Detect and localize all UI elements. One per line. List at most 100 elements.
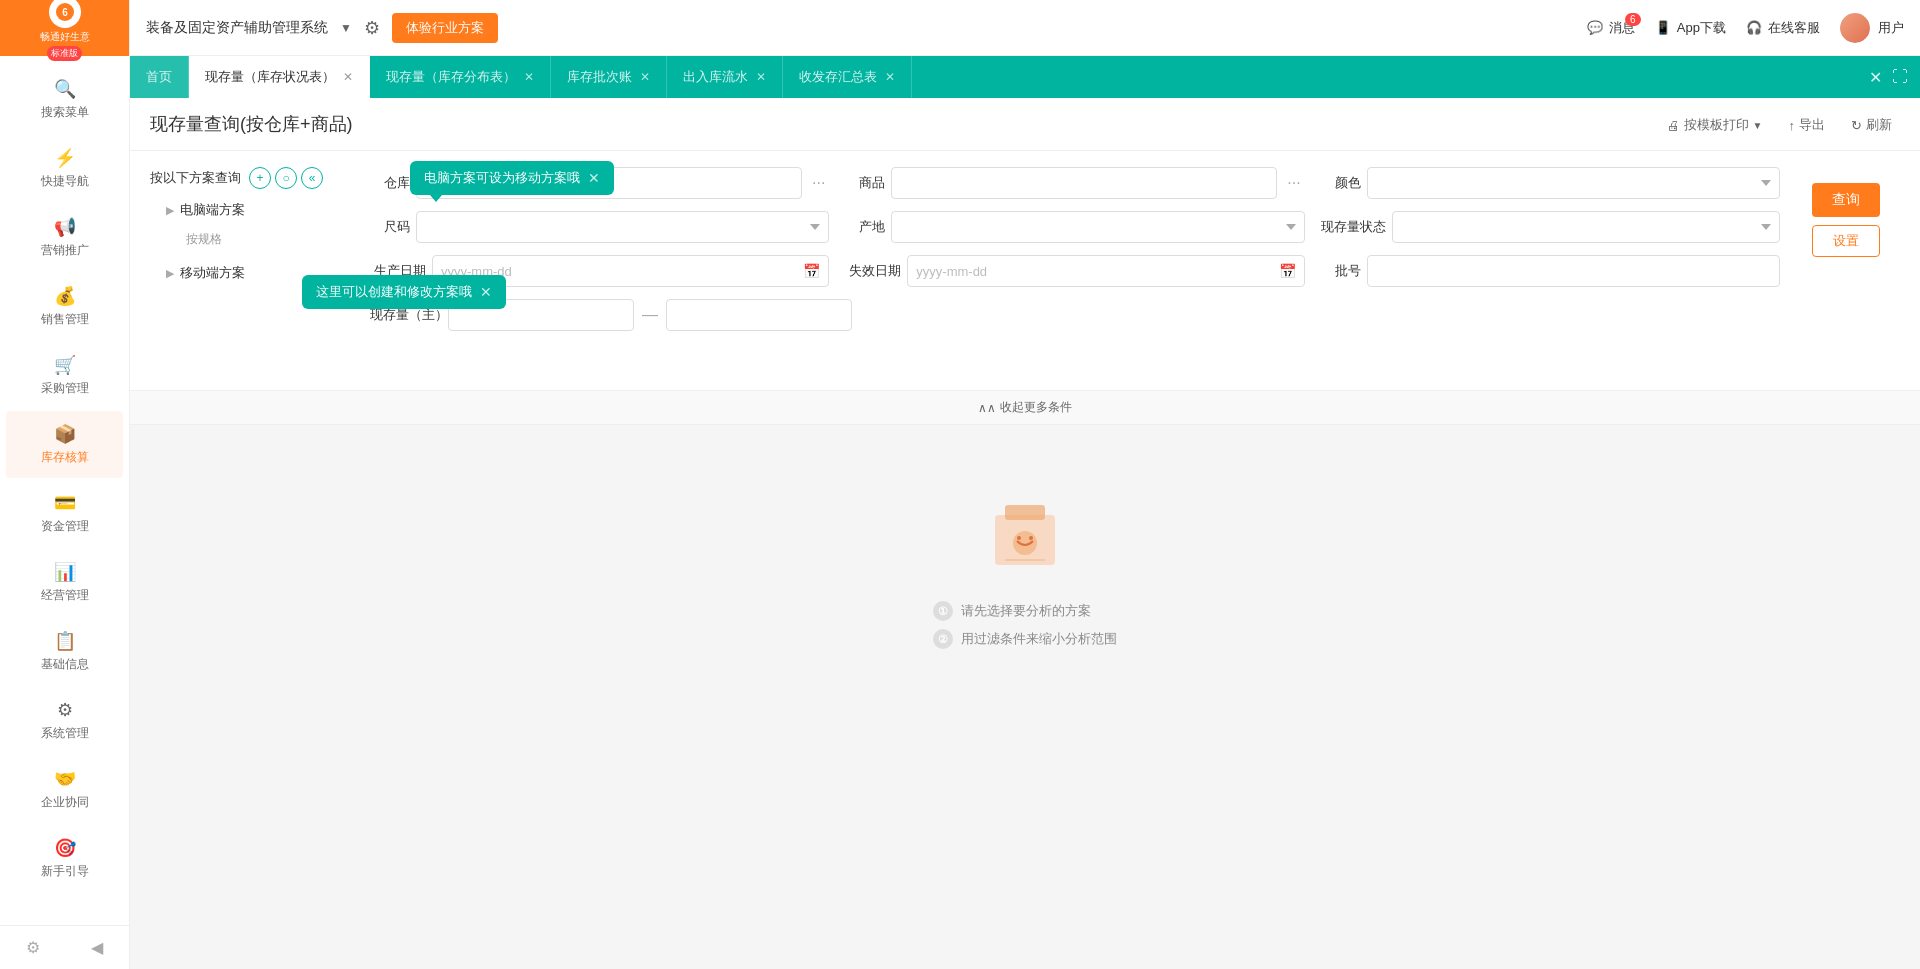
sidebar-item-quicknav[interactable]: ⚡ 快捷导航 — [6, 135, 123, 202]
settings-footer-btn[interactable]: ⚙ — [26, 938, 40, 957]
collapse-bar[interactable]: ∧∧ 收起更多条件 — [130, 391, 1920, 425]
sidebar-item-guide[interactable]: 🎯 新手引导 — [6, 825, 123, 892]
collapse-up-icon: ∧∧ — [978, 401, 996, 415]
export-btn[interactable]: ↑ 导出 — [1781, 112, 1834, 138]
stock-status-label: 现存量状态 — [1321, 218, 1386, 236]
empty-steps: ① 请先选择要分析的方案 ② 用过滤条件来缩小分析范围 — [933, 601, 1117, 649]
sidebar-item-marketing[interactable]: 📢 营销推广 — [6, 204, 123, 271]
tab-close-icon[interactable]: ✕ — [343, 70, 353, 84]
tab-close-icon[interactable]: ✕ — [524, 70, 534, 84]
sidebar-item-inventory[interactable]: 📦 库存核算 — [6, 411, 123, 478]
sidebar: 6 畅通好生意 标准版 🔍 搜索菜单 ⚡ 快捷导航 📢 营销推广 💰 销售管理 … — [0, 0, 130, 969]
exp-date-label: 失效日期 — [845, 262, 901, 280]
scheme-tree: ▶ 电脑端方案 按规格 ▶ 移动端方案 — [166, 197, 350, 286]
svg-rect-3 — [1005, 505, 1045, 520]
color-select[interactable] — [1367, 167, 1780, 199]
tab-close-icon[interactable]: ✕ — [885, 70, 895, 84]
origin-select[interactable] — [891, 211, 1304, 243]
warehouse-label: 仓库 — [370, 174, 410, 192]
refresh-icon: ↻ — [1851, 118, 1862, 133]
sidebar-item-system[interactable]: ⚙ 系统管理 — [6, 687, 123, 754]
app-download-btn[interactable]: 📱 App下载 — [1655, 19, 1726, 37]
tab-close-all-btn[interactable]: ✕ — [1869, 68, 1882, 87]
add-scheme-btn[interactable]: + — [249, 167, 271, 189]
user-menu[interactable]: 用户 — [1840, 13, 1904, 43]
print-dropdown-icon: ▼ — [1753, 120, 1763, 131]
refresh-btn[interactable]: ↻ 刷新 — [1843, 112, 1900, 138]
tab-flow[interactable]: 出入库流水 ✕ — [667, 56, 783, 98]
messages-btn[interactable]: 💬 消息 6 — [1587, 19, 1635, 37]
batch-input[interactable] — [1367, 255, 1780, 287]
sub-item-1[interactable]: 按规格 — [186, 227, 350, 252]
search-icon: 🔍 — [54, 78, 76, 100]
goods-label: 商品 — [845, 174, 885, 192]
tooltip-create-scheme: 这里可以创建和修改方案哦 ✕ — [302, 275, 506, 309]
search-buttons: 查询 设置 — [1812, 183, 1880, 257]
sidebar-item-label: 新手引导 — [41, 863, 89, 880]
size-label: 尺码 — [370, 218, 410, 236]
message-icon: 💬 — [1587, 20, 1603, 35]
desktop-scheme-label: 电脑端方案 — [180, 201, 245, 219]
guide-icon: 🎯 — [54, 837, 76, 859]
sidebar-item-purchase[interactable]: 🛒 采购管理 — [6, 342, 123, 409]
tab-close-icon[interactable]: ✕ — [640, 70, 650, 84]
tab-inventory-status-label: 现存量（库存状况表） — [205, 68, 335, 86]
step-2-num: ② — [933, 629, 953, 649]
stock-max-input[interactable] — [666, 299, 852, 331]
color-label: 颜色 — [1321, 174, 1361, 192]
messages-badge: 6 — [1625, 13, 1641, 26]
tab-close-icon[interactable]: ✕ — [756, 70, 766, 84]
sidebar-item-label: 经营管理 — [41, 587, 89, 604]
tab-inventory-dist[interactable]: 现存量（库存分布表） ✕ — [370, 56, 551, 98]
sidebar-item-label: 销售管理 — [41, 311, 89, 328]
collapse-sidebar-btn[interactable]: ◀ — [91, 938, 103, 957]
page-header: 现存量查询(按仓库+商品) 🖨 按模板打印 ▼ ↑ 导出 ↻ 刷新 — [130, 98, 1920, 151]
desktop-scheme-item[interactable]: ▶ 电脑端方案 — [166, 197, 350, 223]
back-scheme-btn[interactable]: « — [301, 167, 323, 189]
online-service-label: 在线客服 — [1768, 19, 1820, 37]
sidebar-item-basics[interactable]: 📋 基础信息 — [6, 618, 123, 685]
user-label: 用户 — [1878, 19, 1904, 37]
tab-fullscreen-btn[interactable]: ⛶ — [1892, 68, 1908, 86]
sidebar-item-sales[interactable]: 💰 销售管理 — [6, 273, 123, 340]
size-select[interactable] — [416, 211, 829, 243]
inventory-icon: 📦 — [54, 423, 76, 445]
logo-icon: 6 — [49, 0, 81, 28]
print-btn[interactable]: 🖨 按模板打印 ▼ — [1659, 112, 1771, 138]
collab-icon: 🤝 — [54, 768, 76, 790]
stock-status-select[interactable] — [1392, 211, 1780, 243]
svg-point-4 — [1013, 531, 1037, 555]
tab-inventory-dist-label: 现存量（库存分布表） — [386, 68, 516, 86]
tab-inventory-status[interactable]: 现存量（库存状况表） ✕ — [189, 56, 370, 98]
system-dropdown-btn[interactable]: ▼ — [340, 21, 352, 35]
header-settings-btn[interactable]: ⚙ — [364, 17, 380, 39]
empty-step-2: ② 用过滤条件来缩小分析范围 — [933, 629, 1117, 649]
edit-scheme-btn[interactable]: ○ — [275, 167, 297, 189]
tab-summary[interactable]: 收发存汇总表 ✕ — [783, 56, 912, 98]
exp-date-input[interactable]: yyyy-mm-dd 📅 — [907, 255, 1304, 287]
calendar-icon: 📅 — [803, 263, 820, 279]
reset-btn[interactable]: 设置 — [1812, 225, 1880, 257]
system-icon: ⚙ — [57, 699, 73, 721]
system-name: 装备及固定资产辅助管理系统 — [146, 19, 328, 37]
industry-btn[interactable]: 体验行业方案 — [392, 13, 498, 43]
sidebar-item-finance[interactable]: 💳 资金管理 — [6, 480, 123, 547]
operations-icon: 📊 — [54, 561, 76, 583]
sub-item-label: 按规格 — [186, 231, 222, 248]
tooltip2-close[interactable]: ✕ — [480, 284, 492, 300]
tree-arrow-icon2: ▶ — [166, 267, 174, 280]
sidebar-item-label: 采购管理 — [41, 380, 89, 397]
sidebar-item-search[interactable]: 🔍 搜索菜单 — [6, 66, 123, 133]
sidebar-item-operations[interactable]: 📊 经营管理 — [6, 549, 123, 616]
sidebar-item-collab[interactable]: 🤝 企业协同 — [6, 756, 123, 823]
basics-icon: 📋 — [54, 630, 76, 652]
search-btn[interactable]: 查询 — [1812, 183, 1880, 217]
warehouse-dots-btn[interactable]: ··· — [808, 174, 829, 192]
tooltip1-close[interactable]: ✕ — [588, 170, 600, 186]
tab-batch[interactable]: 库存批次账 ✕ — [551, 56, 667, 98]
tab-home[interactable]: 首页 — [130, 56, 189, 98]
filter-label: 按以下方案查询 — [150, 169, 241, 187]
goods-input[interactable] — [891, 167, 1277, 199]
online-service-btn[interactable]: 🎧 在线客服 — [1746, 19, 1820, 37]
goods-dots-btn[interactable]: ··· — [1283, 174, 1304, 192]
